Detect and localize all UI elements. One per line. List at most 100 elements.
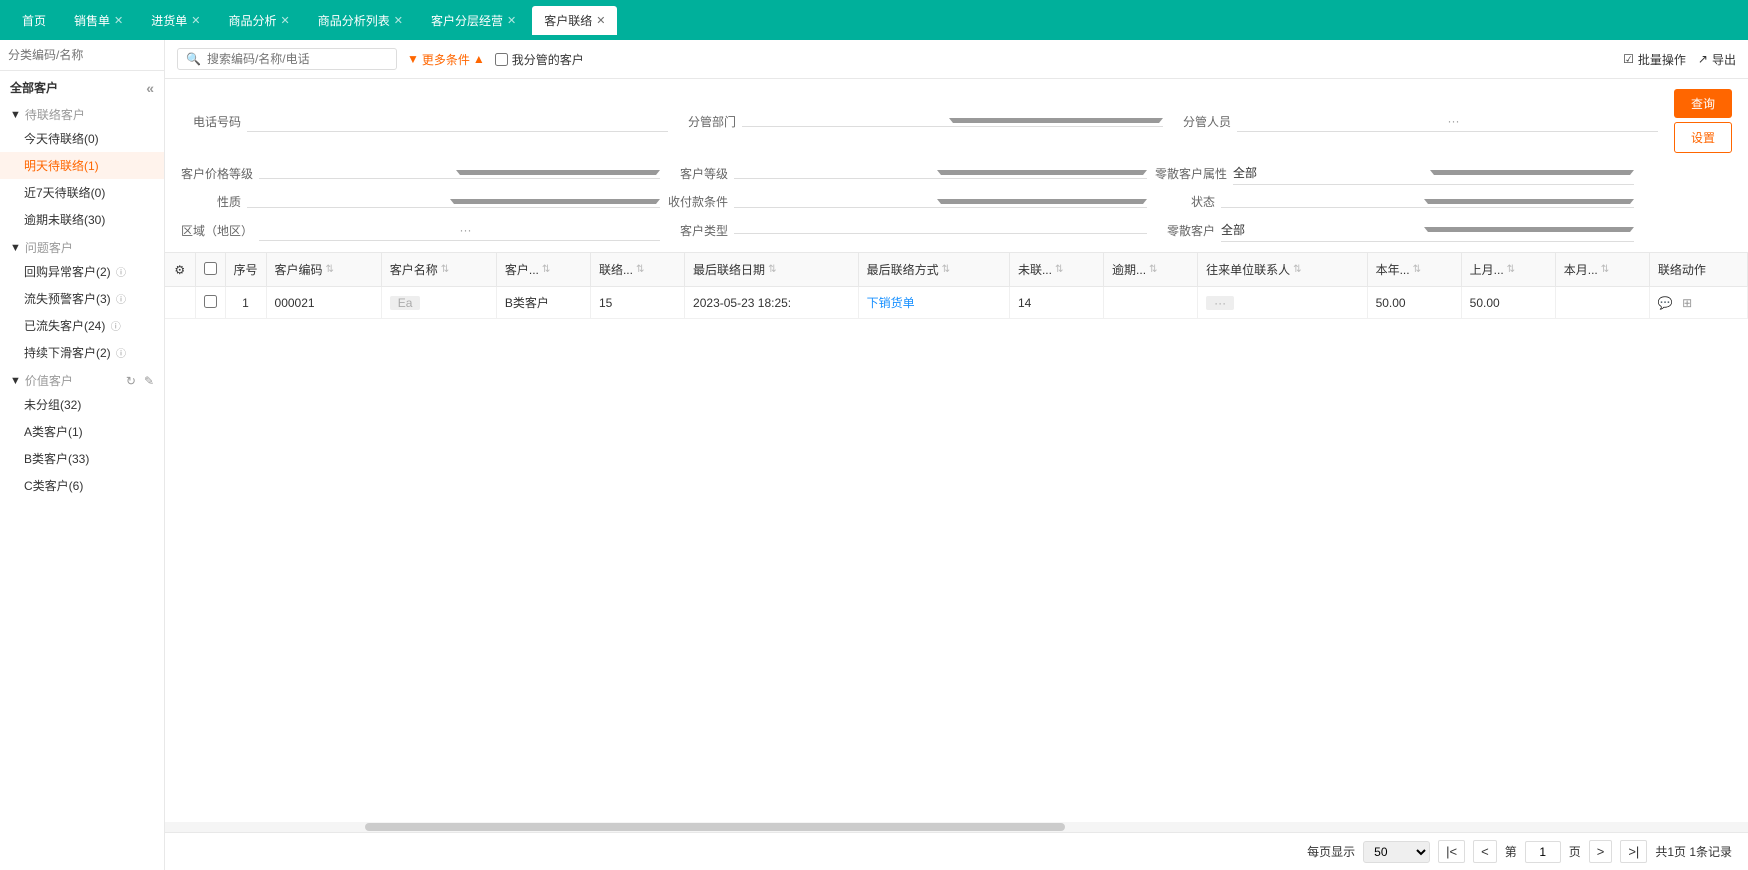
col-this-month: 本月...⇅ (1555, 253, 1649, 287)
page-size-select[interactable]: 50 100 200 (1363, 841, 1430, 863)
gear-icon[interactable]: ⚙ (174, 263, 185, 277)
sort-icon-date[interactable]: ⇅ (768, 264, 776, 275)
phone-input[interactable] (247, 111, 668, 132)
sort-icon-contact-person[interactable]: ⇅ (1293, 264, 1301, 275)
retail-customer-select[interactable]: 全部 (1221, 218, 1634, 242)
nav-home[interactable]: 首页 (10, 6, 58, 35)
retail-attr-select[interactable]: 全部 (1233, 161, 1634, 185)
col-customer-type: 客户...⇅ (496, 253, 590, 287)
col-unloved-days: 未联...⇅ (1009, 253, 1103, 287)
nav-customer-tier[interactable]: 客户分层经营 ✕ (419, 6, 528, 35)
dept-chevron-icon (949, 118, 1164, 123)
close-product-list-tab[interactable]: ✕ (394, 14, 403, 27)
sort-icon-contact[interactable]: ⇅ (636, 264, 644, 275)
search-bar-icon: 🔍 (186, 52, 201, 66)
scrollbar-thumb[interactable] (365, 823, 1065, 831)
pending-contact-group-title: ▼ 待联络客户 (0, 100, 164, 125)
content-area: 🔍 ▼ 更多条件 ▲ 我分管的客户 ☑ 批量操作 ↗ 导出 (165, 40, 1748, 870)
sort-icon-overdue[interactable]: ⇅ (1149, 264, 1157, 275)
nav-customer-contact[interactable]: 客户联络 ✕ (532, 6, 617, 35)
action-grid-icon[interactable]: ⊞ (1682, 296, 1692, 310)
region-field: 区域（地区） ··· (181, 220, 660, 241)
sidebar-item-churn-warning[interactable]: 流失预警客户(3) ⓘ (0, 285, 164, 312)
sidebar-item-churned[interactable]: 已流失客户(24) ⓘ (0, 312, 164, 339)
sidebar-item-repurchase-abnormal[interactable]: 回购异常客户(2) ⓘ (0, 258, 164, 285)
customer-level-select[interactable] (734, 167, 1147, 179)
sidebar-item-class-c[interactable]: C类客户(6) (0, 472, 164, 499)
my-customers-checkbox-label[interactable]: 我分管的客户 (495, 51, 584, 68)
sidebar-item-7days-contact[interactable]: 近7天待联络(0) (0, 179, 164, 206)
close-customer-contact-tab[interactable]: ✕ (596, 14, 605, 27)
sidebar-item-today-contact[interactable]: 今天待联络(0) (0, 125, 164, 152)
price-level-select[interactable] (259, 167, 660, 179)
close-sales-tab[interactable]: ✕ (114, 14, 123, 27)
nav-purchase[interactable]: 进货单 ✕ (139, 6, 212, 35)
sort-icon-last-month[interactable]: ⇅ (1507, 264, 1515, 275)
horizontal-scrollbar[interactable] (165, 822, 1748, 832)
sidebar-collapse-btn[interactable]: « (146, 80, 154, 96)
prev-page-btn[interactable]: < (1473, 840, 1497, 863)
row-overdue (1104, 287, 1198, 319)
main-layout: 🔍 全部客户 « ▼ 待联络客户 今天待联络(0) 明天待联络(1) 近7天待联… (0, 40, 1748, 870)
nav-product-analysis[interactable]: 商品分析 ✕ (216, 6, 301, 35)
status-select[interactable] (1221, 196, 1634, 208)
first-page-btn[interactable]: |< (1438, 840, 1465, 863)
row-customer-type: B类客户 (496, 287, 590, 319)
select-all-checkbox[interactable] (204, 262, 217, 275)
col-seq: 序号 (225, 253, 266, 287)
close-customer-tier-tab[interactable]: ✕ (507, 14, 516, 27)
close-product-analysis-tab[interactable]: ✕ (281, 14, 290, 27)
dept-select[interactable] (742, 115, 1163, 127)
customer-type-select[interactable] (734, 227, 1147, 234)
region-select[interactable]: ··· (259, 220, 660, 241)
page-input[interactable] (1525, 841, 1561, 863)
sidebar-search-input[interactable] (8, 48, 163, 62)
nature-select[interactable] (247, 196, 660, 208)
col-customer-name: 客户名称⇅ (381, 253, 496, 287)
phone-field: 电话号码 (181, 111, 668, 132)
manager-select[interactable]: ··· (1237, 111, 1658, 132)
advanced-filter-panel: 电话号码 分管部门 分管人员 ··· (165, 79, 1748, 253)
more-conditions-btn[interactable]: ▼ 更多条件 ▲ (407, 51, 485, 68)
sidebar-item-ungrouped[interactable]: 未分组(32) (0, 391, 164, 418)
row-this-year: 50.00 (1367, 287, 1461, 319)
col-customer-code: 客户编码⇅ (266, 253, 381, 287)
sidebar-item-declining[interactable]: 持续下滑客户(2) ⓘ (0, 339, 164, 366)
row-actions: 💬 ⊞ (1649, 287, 1747, 319)
export-btn[interactable]: ↗ 导出 (1698, 51, 1736, 68)
sort-icon-unloved[interactable]: ⇅ (1055, 264, 1063, 275)
sidebar-item-class-b[interactable]: B类客户(33) (0, 445, 164, 472)
sort-icon-name[interactable]: ⇅ (441, 264, 449, 275)
nav-sales[interactable]: 销售单 ✕ (62, 6, 135, 35)
row-last-month: 50.00 (1461, 287, 1555, 319)
row-this-month (1555, 287, 1649, 319)
row-select-checkbox[interactable] (204, 295, 217, 308)
last-page-btn[interactable]: >| (1620, 840, 1647, 863)
sort-icon-this-month[interactable]: ⇅ (1601, 264, 1609, 275)
batch-ops-icon: ☑ (1623, 52, 1634, 66)
batch-ops-btn[interactable]: ☑ 批量操作 (1623, 51, 1686, 68)
col-contact-person: 往来单位联系人⇅ (1198, 253, 1367, 287)
sort-icon-type[interactable]: ⇅ (542, 264, 550, 275)
price-level-field: 客户价格等级 (181, 165, 660, 182)
manager-field: 分管人员 ··· (1171, 111, 1658, 132)
payment-select[interactable] (734, 196, 1147, 208)
sort-icon-year[interactable]: ⇅ (1413, 264, 1421, 275)
next-page-btn[interactable]: > (1589, 840, 1613, 863)
close-purchase-tab[interactable]: ✕ (191, 14, 200, 27)
footer-pagination: 每页显示 50 100 200 |< < 第 页 > >| 共1页 1条记录 (165, 832, 1748, 870)
reset-button[interactable]: 设置 (1674, 122, 1732, 153)
sort-icon-code[interactable]: ⇅ (326, 264, 334, 275)
nav-product-analysis-list[interactable]: 商品分析列表 ✕ (306, 6, 415, 35)
sidebar-item-class-a[interactable]: A类客户(1) (0, 418, 164, 445)
main-search-input[interactable] (207, 52, 387, 66)
sidebar-item-tomorrow-contact[interactable]: 明天待联络(1) (0, 152, 164, 179)
last-contact-method-link[interactable]: 下销货单 (867, 296, 915, 310)
action-chat-icon[interactable]: 💬 (1658, 296, 1673, 310)
query-button[interactable]: 查询 (1674, 89, 1732, 118)
sort-icon-method[interactable]: ⇅ (942, 264, 950, 275)
search-wrap: 🔍 (177, 48, 397, 70)
sidebar-item-overdue-contact[interactable]: 逾期未联络(30) (0, 206, 164, 233)
col-this-year: 本年...⇅ (1367, 253, 1461, 287)
my-customers-checkbox[interactable] (495, 53, 508, 66)
